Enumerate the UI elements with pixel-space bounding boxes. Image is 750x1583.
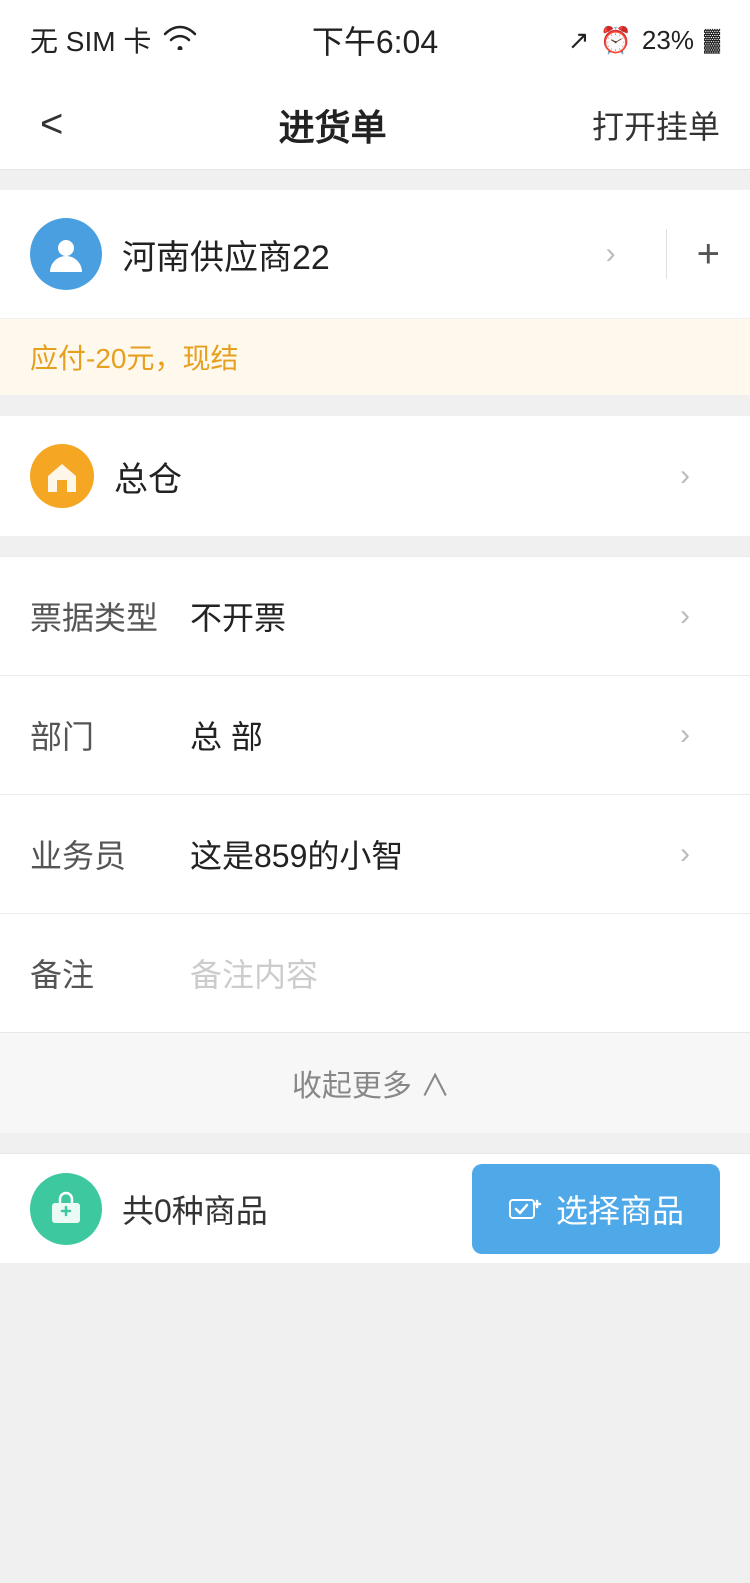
invoice-label: 票据类型 — [30, 593, 170, 639]
warehouse-chevron-icon: › — [680, 459, 690, 493]
invoice-value: 不开票 — [170, 593, 680, 639]
product-icon-bg — [30, 1173, 102, 1245]
add-supplier-button[interactable]: + — [697, 232, 720, 277]
battery-icon: ▓ — [704, 27, 720, 53]
invoice-chevron-icon: › — [680, 599, 690, 633]
warehouse-icon-bg — [30, 444, 94, 508]
carrier-label: 无 SIM 卡 — [30, 20, 151, 60]
divider — [666, 229, 667, 279]
dept-row[interactable]: 部门 总 部 › — [0, 675, 750, 794]
remark-input[interactable]: 备注内容 — [170, 950, 720, 996]
product-bar: 共0种商品 选择商品 — [0, 1153, 750, 1263]
battery-label: 23% — [642, 25, 694, 56]
sales-row[interactable]: 业务员 这是859的小智 › — [0, 794, 750, 913]
supplier-avatar — [30, 218, 102, 290]
dept-label: 部门 — [30, 712, 170, 758]
collapse-text: 收起更多 ∧ — [292, 1061, 450, 1105]
form-section: 票据类型 不开票 › 部门 总 部 › 业务员 这是859的小智 › 备注 备注… — [0, 556, 750, 1133]
top-divider — [0, 170, 750, 190]
status-left: 无 SIM 卡 — [30, 20, 197, 60]
alarm-icon: ⏰ — [600, 25, 632, 56]
nav-bar: < 进货单 打开挂单 — [0, 80, 750, 170]
mid-divider1 — [0, 395, 750, 415]
select-product-label: 选择商品 — [556, 1186, 684, 1232]
remark-row[interactable]: 备注 备注内容 — [0, 913, 750, 1032]
collapse-row[interactable]: 收起更多 ∧ — [0, 1032, 750, 1133]
sales-chevron-icon: › — [680, 837, 690, 871]
sales-value: 这是859的小智 — [170, 831, 680, 877]
gray-footer — [0, 1263, 750, 1583]
warehouse-row[interactable]: 总仓 › — [0, 415, 750, 536]
status-time: 下午6:04 — [312, 17, 438, 63]
back-button[interactable]: < — [30, 92, 73, 157]
mid-divider2 — [0, 536, 750, 556]
gps-icon: ↗ — [568, 25, 590, 56]
product-count: 共0种商品 — [122, 1186, 472, 1232]
warehouse-label: 总仓 — [114, 452, 680, 501]
supplier-name: 河南供应商22 — [122, 230, 606, 279]
select-product-button[interactable]: 选择商品 — [472, 1164, 720, 1254]
status-right: ↗ ⏰ 23% ▓ — [568, 25, 720, 56]
wifi-icon — [163, 24, 197, 57]
open-pending-button[interactable]: 打开挂单 — [592, 102, 720, 148]
page-title: 进货单 — [279, 99, 387, 151]
supplier-chevron-icon: › — [606, 237, 616, 271]
supplier-row[interactable]: 河南供应商22 › + — [0, 190, 750, 319]
status-bar: 无 SIM 卡 下午6:04 ↗ ⏰ 23% ▓ — [0, 0, 750, 80]
warehouse-section: 总仓 › — [0, 415, 750, 536]
sales-label: 业务员 — [30, 831, 170, 877]
notice-bar: 应付-20元，现结 — [0, 319, 750, 395]
dept-value: 总 部 — [170, 712, 680, 758]
supplier-section: 河南供应商22 › + 应付-20元，现结 — [0, 190, 750, 395]
remark-label: 备注 — [30, 950, 170, 996]
notice-text: 应付-20元，现结 — [30, 343, 238, 374]
bottom-divider — [0, 1133, 750, 1153]
invoice-row[interactable]: 票据类型 不开票 › — [0, 556, 750, 675]
dept-chevron-icon: › — [680, 718, 690, 752]
